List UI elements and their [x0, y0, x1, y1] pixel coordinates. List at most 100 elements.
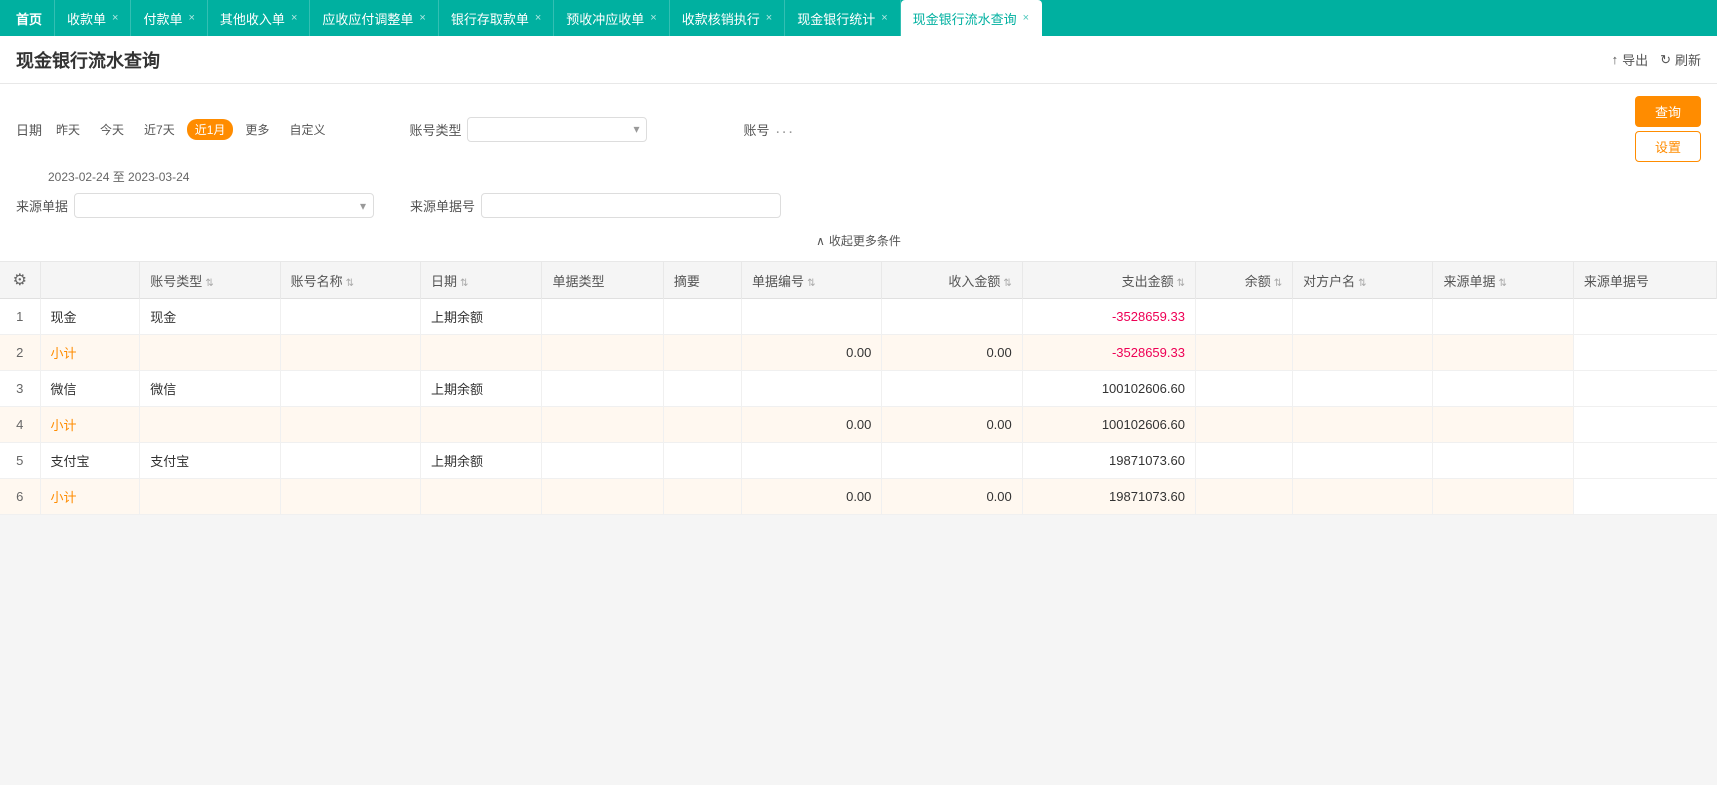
nav-tab-home[interactable]: 首页 — [4, 0, 55, 36]
table-row: 5支付宝支付宝上期余额19871073.60 — [0, 443, 1717, 479]
table-header: ⚙ 账号类型⇅账号名称⇅日期⇅单据类型摘要单据编号⇅收入金额⇅支出金额⇅余额⇅对… — [0, 262, 1717, 299]
action-buttons: 查询 设置 — [1635, 96, 1701, 162]
table-row: 1现金现金上期余额-3528659.33 — [0, 299, 1717, 335]
col-header-counterparty[interactable]: 对方户名⇅ — [1293, 262, 1433, 299]
col-header-expense[interactable]: 支出金额⇅ — [1022, 262, 1195, 299]
date-opt-近1月[interactable]: 近1月 — [187, 119, 234, 140]
cell-doc_type: 上期余额 — [421, 299, 542, 335]
cell-balance: -3528659.33 — [1022, 299, 1195, 335]
cell-date — [280, 407, 420, 443]
nav-tab-cash-bank-flow[interactable]: 现金银行流水查询× — [901, 0, 1042, 36]
close-tab-other-income-icon[interactable]: × — [291, 12, 297, 24]
sort-icon-source_doc: ⇅ — [1498, 278, 1506, 289]
cell-income: 0.00 — [742, 479, 882, 515]
date-opt-今天[interactable]: 今天 — [92, 119, 132, 140]
close-tab-cash-bank-flow-icon[interactable]: × — [1023, 12, 1029, 24]
close-tab-payment-icon[interactable]: × — [188, 12, 194, 24]
cell-source_doc_no — [1433, 299, 1573, 335]
cell-counterparty — [1195, 335, 1292, 371]
nav-tab-receipt[interactable]: 收款单× — [55, 0, 131, 36]
close-tab-prepay-offset-icon[interactable]: × — [650, 12, 656, 24]
collapse-bar[interactable]: ∧ 收起更多条件 — [16, 228, 1701, 257]
table-body: 1现金现金上期余额-3528659.332小计0.000.00-3528659.… — [0, 299, 1717, 515]
nav-tab-cash-bank-stat[interactable]: 现金银行统计× — [785, 0, 900, 36]
col-header-balance[interactable]: 余额⇅ — [1195, 262, 1292, 299]
account-filter: 账号 ... — [743, 120, 794, 139]
cell-balance: 19871073.60 — [1022, 443, 1195, 479]
date-opt-近7天[interactable]: 近7天 — [136, 119, 183, 140]
col-header-account_type[interactable]: 账号类型⇅ — [140, 262, 280, 299]
nav-tab-prepay-offset[interactable]: 预收冲应收单× — [554, 0, 669, 36]
cell-doc_no — [663, 335, 741, 371]
cell-balance: 100102606.60 — [1022, 407, 1195, 443]
source-doc-no-input[interactable] — [481, 193, 781, 218]
cell-counterparty — [1195, 371, 1292, 407]
nav-tab-payment[interactable]: 付款单× — [131, 0, 207, 36]
account-type-select[interactable]: 现金 微信 支付宝 — [467, 117, 647, 142]
col-header-doc_no[interactable]: 单据编号⇅ — [742, 262, 882, 299]
cell-source_doc_no — [1433, 479, 1573, 515]
close-tab-recv-exec-icon[interactable]: × — [766, 12, 772, 24]
row-index: 5 — [0, 443, 40, 479]
cell-income — [742, 443, 882, 479]
filter-row-2: 来源单据 来源单据号 — [16, 193, 1701, 218]
table-row: 3微信微信上期余额100102606.60 — [0, 371, 1717, 407]
account-dots[interactable]: ... — [775, 120, 794, 138]
cell-expense — [882, 299, 1022, 335]
cell-source_doc — [1293, 299, 1433, 335]
refresh-button[interactable]: ↻ 刷新 — [1660, 50, 1701, 69]
cell-account_type: 小计 — [40, 335, 140, 371]
export-button[interactable]: ↑ 导出 — [1612, 50, 1649, 69]
page-header: 现金银行流水查询 ↑ 导出 ↻ 刷新 — [0, 36, 1717, 84]
gear-column-header[interactable]: ⚙ — [0, 262, 40, 299]
cell-counterparty — [1195, 479, 1292, 515]
cell-doc_no — [663, 299, 741, 335]
search-button[interactable]: 查询 — [1635, 96, 1701, 127]
sort-icon-doc_no: ⇅ — [807, 278, 815, 289]
close-tab-bank-deposit-icon[interactable]: × — [535, 12, 541, 24]
table-container: ⚙ 账号类型⇅账号名称⇅日期⇅单据类型摘要单据编号⇅收入金额⇅支出金额⇅余额⇅对… — [0, 262, 1717, 515]
source-doc-no-label: 来源单据号 — [410, 196, 475, 215]
table-row: 2小计0.000.00-3528659.33 — [0, 335, 1717, 371]
close-tab-receipt-icon[interactable]: × — [112, 12, 118, 24]
cell-counterparty — [1195, 407, 1292, 443]
source-doc-no-filter: 来源单据号 — [410, 193, 781, 218]
close-tab-ap-ar-adjust-icon[interactable]: × — [419, 12, 425, 24]
cell-date — [280, 299, 420, 335]
nav-tab-recv-exec[interactable]: 收款核销执行× — [670, 0, 785, 36]
cell-account_type: 现金 — [40, 299, 140, 335]
cell-source_doc_no — [1433, 407, 1573, 443]
date-opt-自定义[interactable]: 自定义 — [281, 119, 333, 140]
cell-account_type: 支付宝 — [40, 443, 140, 479]
row-index: 3 — [0, 371, 40, 407]
close-tab-cash-bank-stat-icon[interactable]: × — [881, 12, 887, 24]
date-range-display: 2023-02-24 至 2023-03-24 — [48, 170, 189, 184]
cell-account_type: 小计 — [40, 407, 140, 443]
col-header-income[interactable]: 收入金额⇅ — [882, 262, 1022, 299]
col-header-summary: 摘要 — [663, 262, 741, 299]
header-row: ⚙ 账号类型⇅账号名称⇅日期⇅单据类型摘要单据编号⇅收入金额⇅支出金额⇅余额⇅对… — [0, 262, 1717, 299]
nav-tab-ap-ar-adjust[interactable]: 应收应付调整单× — [310, 0, 438, 36]
nav-tab-bank-deposit[interactable]: 银行存取款单× — [439, 0, 554, 36]
date-label: 日期 — [16, 120, 42, 139]
source-doc-select[interactable] — [74, 193, 374, 218]
settings-button[interactable]: 设置 — [1635, 131, 1701, 162]
cell-source_doc — [1293, 443, 1433, 479]
col-header-account_name[interactable]: 账号名称⇅ — [280, 262, 420, 299]
cell-account_type: 微信 — [40, 371, 140, 407]
col-header-date[interactable]: 日期⇅ — [421, 262, 542, 299]
cell-income — [742, 371, 882, 407]
export-icon: ↑ — [1612, 52, 1619, 67]
cell-date — [280, 371, 420, 407]
col-header-source_doc[interactable]: 来源单据⇅ — [1433, 262, 1573, 299]
collapse-icon: ∧ — [816, 234, 825, 248]
nav-tab-other-income[interactable]: 其他收入单× — [208, 0, 310, 36]
cell-account_name — [140, 479, 280, 515]
cell-doc_no — [663, 479, 741, 515]
source-doc-filter: 来源单据 — [16, 193, 374, 218]
date-opt-更多[interactable]: 更多 — [237, 119, 277, 140]
collapse-label: 收起更多条件 — [829, 232, 901, 249]
cell-income: 0.00 — [742, 407, 882, 443]
date-opt-昨天[interactable]: 昨天 — [48, 119, 88, 140]
cell-source_doc — [1293, 407, 1433, 443]
